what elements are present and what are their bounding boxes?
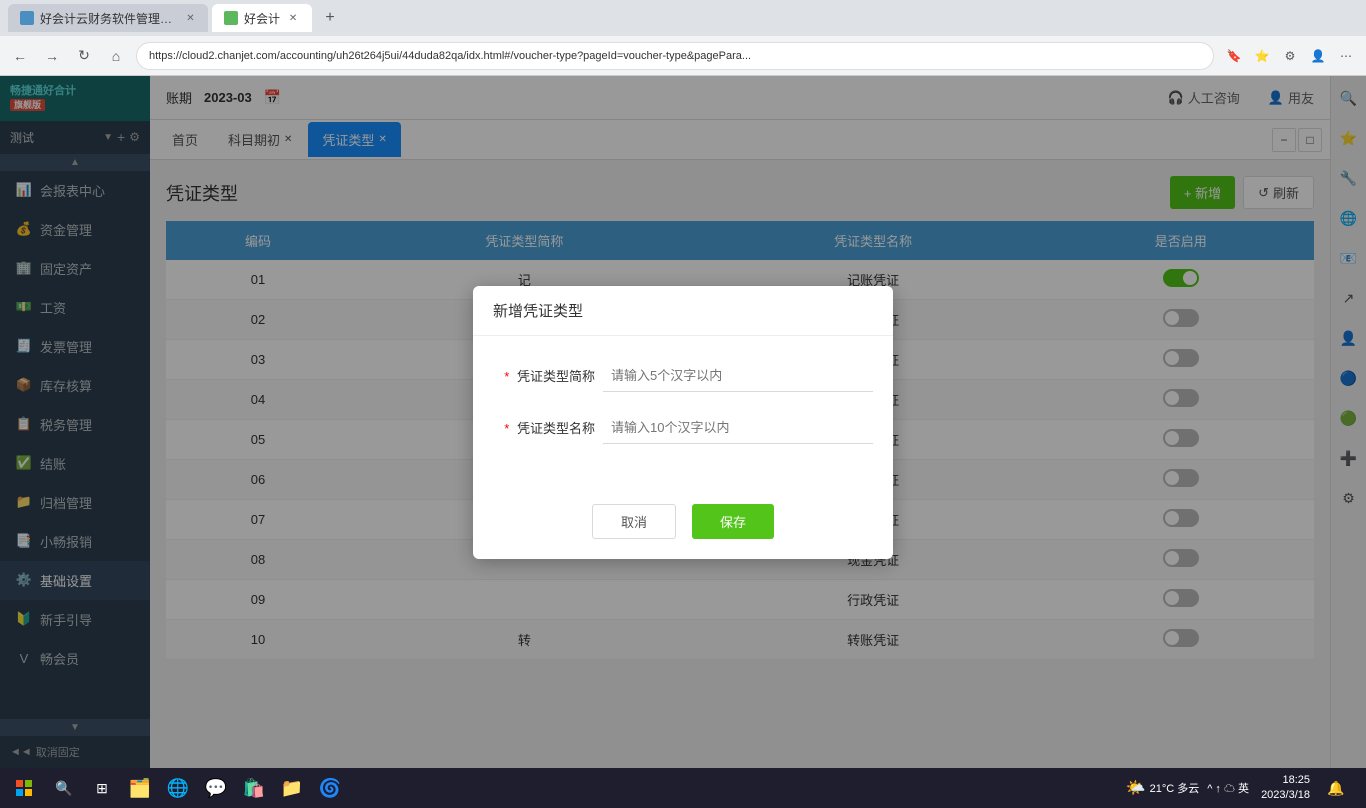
form-row-name: * 凭证类型名称 [493, 412, 873, 444]
explorer-icon: 🗂️ [129, 778, 151, 799]
tab-1[interactable]: 好会计云财务软件管理系统_会计 ✕ [8, 4, 208, 32]
taskview-button[interactable]: ⊞ [84, 770, 120, 806]
folder-button[interactable]: 📁 [274, 770, 310, 806]
address-bar: ← → ↻ ⌂ https://cloud2.chanjet.com/accou… [0, 36, 1366, 76]
search-taskbar-icon: 🔍 [55, 780, 72, 797]
taskbar: 🔍 ⊞ 🗂️ 🌐 💬 🛍️ 📁 🌀 🌤️ 21°C 多云 ^ ↑ ☁ 英 18:… [0, 768, 1366, 808]
tab-bar: 好会计云财务软件管理系统_会计 ✕ 好会计 ✕ + [0, 0, 1366, 36]
tab-2-close[interactable]: ✕ [286, 11, 300, 25]
name-input[interactable] [603, 412, 873, 444]
forward-button[interactable]: → [40, 44, 64, 68]
store-icon: 🛍️ [243, 778, 265, 799]
more-button[interactable]: ⋯ [1334, 44, 1358, 68]
settings-button[interactable]: ⚙ [1278, 44, 1302, 68]
weather-text: 21°C 多云 [1150, 780, 1200, 796]
modal-overlay: 新增凭证类型 * 凭证类型简称 * 凭证类型名称 取消 保存 [0, 76, 1366, 768]
store-button[interactable]: 🛍️ [236, 770, 272, 806]
cancel-button[interactable]: 取消 [592, 504, 676, 539]
required-mark2: * [504, 421, 509, 436]
tab-1-close[interactable]: ✕ [185, 11, 196, 25]
abbr-input[interactable] [603, 360, 873, 392]
taskbar-tray: 🌤️ 21°C 多云 ^ ↑ ☁ 英 18:25 2023/3/18 🔔 [1118, 770, 1362, 806]
wechat-icon: 💬 [205, 778, 227, 799]
required-mark: * [504, 369, 509, 384]
notification-button[interactable]: 🔔 [1318, 770, 1354, 806]
back-button[interactable]: ← [8, 44, 32, 68]
modal-header: 新增凭证类型 [473, 286, 893, 336]
edge-button[interactable]: 🌀 [312, 770, 348, 806]
abbr-label: * 凭证类型简称 [493, 366, 603, 385]
reload-button[interactable]: ↻ [72, 44, 96, 68]
browser-actions: 🔖 ⭐ ⚙ 👤 ⋯ [1222, 44, 1358, 68]
start-button[interactable] [4, 770, 44, 806]
wechat-button[interactable]: 💬 [198, 770, 234, 806]
folder-icon: 📁 [281, 778, 303, 799]
modal-footer: 取消 保存 [473, 488, 893, 559]
modal: 新增凭证类型 * 凭证类型简称 * 凭证类型名称 取消 保存 [473, 286, 893, 559]
address-input[interactable]: https://cloud2.chanjet.com/accounting/uh… [136, 42, 1214, 70]
edge-icon: 🌀 [319, 778, 341, 799]
chrome-icon: 🌐 [167, 778, 189, 799]
tab-1-label: 好会计云财务软件管理系统_会计 [40, 10, 179, 27]
notification-icon: 🔔 [1327, 780, 1344, 797]
search-taskbar-button[interactable]: 🔍 [46, 770, 82, 806]
weather-display: 🌤️ 21°C 多云 [1126, 778, 1200, 798]
bookmark-button[interactable]: ⭐ [1250, 44, 1274, 68]
tab-2[interactable]: 好会计 ✕ [212, 4, 312, 32]
home-button[interactable]: ⌂ [104, 44, 128, 68]
tab-2-label: 好会计 [244, 10, 280, 27]
name-label: * 凭证类型名称 [493, 418, 603, 437]
browser-chrome: 好会计云财务软件管理系统_会计 ✕ 好会计 ✕ + ← → ↻ ⌂ https:… [0, 0, 1366, 76]
tab-1-favicon [20, 11, 34, 25]
address-url: https://cloud2.chanjet.com/accounting/uh… [149, 50, 751, 62]
form-row-abbr: * 凭证类型简称 [493, 360, 873, 392]
tray-icons: ^ ↑ ☁ 英 [1207, 780, 1249, 796]
save-button[interactable]: 保存 [692, 504, 774, 539]
chrome-button[interactable]: 🌐 [160, 770, 196, 806]
weather-icon: 🌤️ [1126, 778, 1146, 798]
profile-button[interactable]: 👤 [1306, 44, 1330, 68]
new-tab-button[interactable]: + [316, 4, 344, 32]
modal-body: * 凭证类型简称 * 凭证类型名称 [473, 336, 893, 488]
clock-date: 2023/3/18 [1261, 788, 1310, 803]
extensions-button[interactable]: 🔖 [1222, 44, 1246, 68]
clock-time: 18:25 [1282, 773, 1310, 788]
taskview-icon: ⊞ [96, 780, 108, 797]
taskbar-clock: 18:25 2023/3/18 [1261, 773, 1310, 804]
tab-2-favicon [224, 11, 238, 25]
explorer-button[interactable]: 🗂️ [122, 770, 158, 806]
